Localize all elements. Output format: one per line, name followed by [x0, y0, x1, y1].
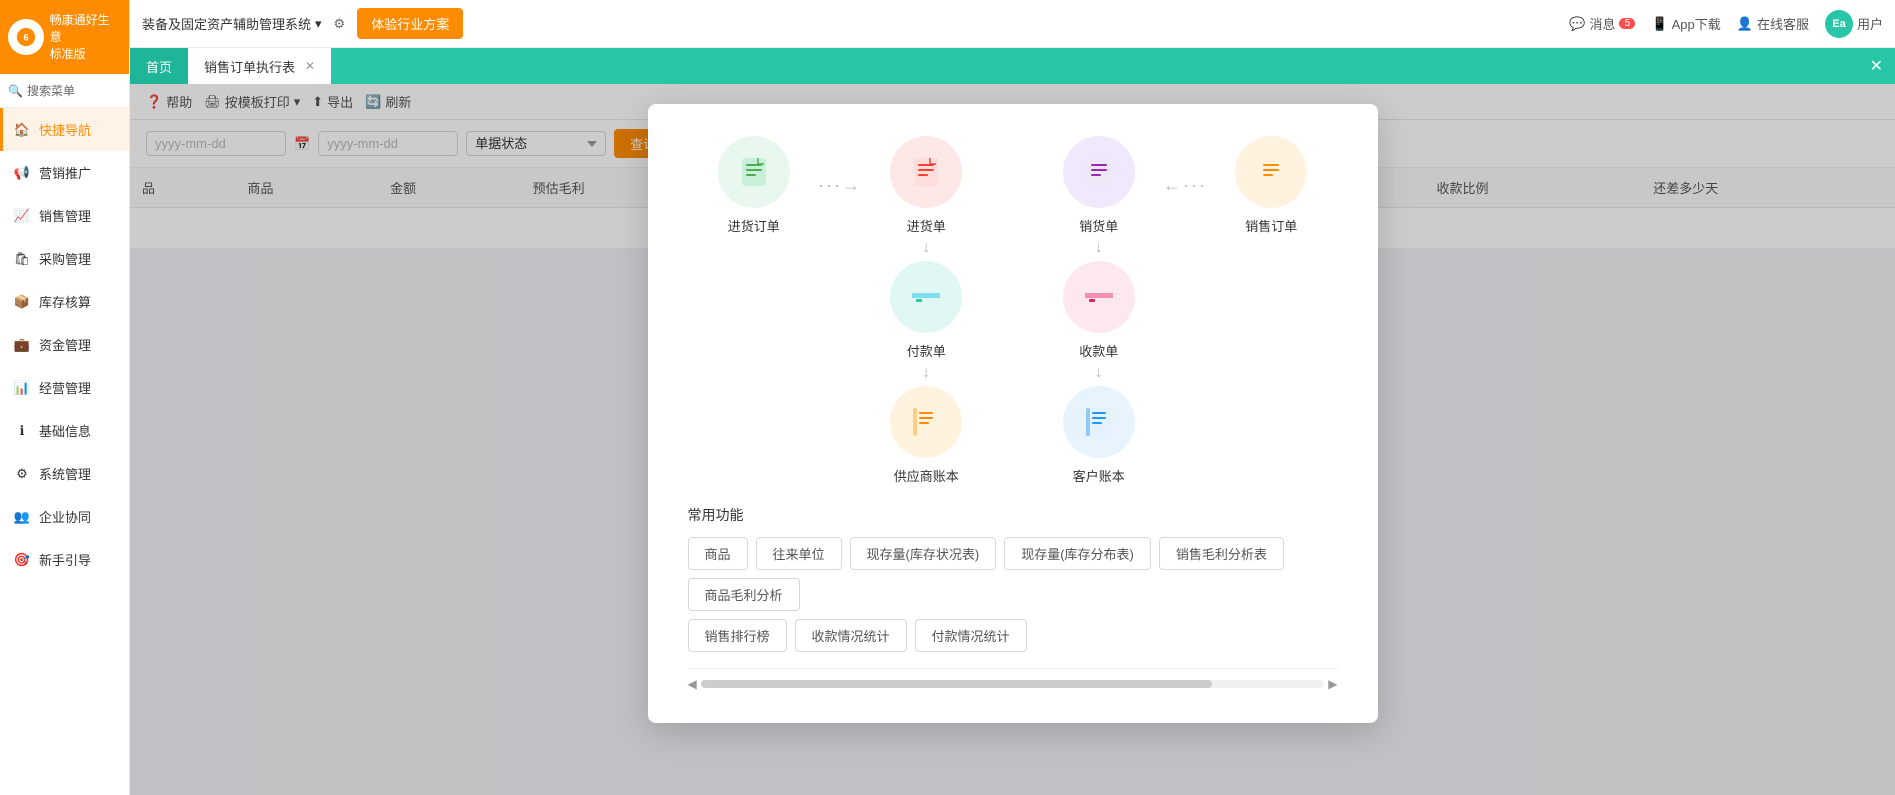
payment-icon	[890, 261, 962, 333]
search-menu[interactable]: 🔍 搜索菜单	[0, 74, 129, 108]
wallet-icon: 💼	[13, 336, 31, 354]
flow-node-customer-ledger[interactable]: 客户账本	[1033, 386, 1166, 485]
close-all-tabs-button[interactable]: ✕	[1858, 48, 1895, 84]
app-download-button[interactable]: 📱 App下载	[1651, 14, 1720, 33]
users-icon: 👥	[13, 508, 31, 526]
avatar: Ea	[1825, 10, 1853, 38]
flow-node-sales-order[interactable]: 销售订单	[1205, 136, 1338, 235]
func-btn-counterpart[interactable]: 往来单位	[756, 537, 842, 570]
info-icon: ℹ	[13, 422, 31, 440]
box-icon: 📦	[13, 293, 31, 311]
arrow-down-purchase: ↓	[860, 235, 993, 261]
tab-home[interactable]: 首页	[130, 48, 188, 84]
content-area: ❓ 帮助 🖨 按模板打印 ▾ ⬆ 导出 🔄 刷新	[130, 84, 1895, 795]
common-functions: 常用功能 商品 往来单位 现存量(库存状况表) 现存量(库存分布表) 销售毛利分…	[688, 505, 1338, 652]
arrow-down-sales: ↓	[1033, 235, 1166, 261]
trial-button[interactable]: 体验行业方案	[357, 8, 463, 39]
sidebar-item-marketing[interactable]: 📢 营销推广	[0, 151, 129, 194]
dropdown-arrow-icon: ▾	[315, 16, 322, 32]
scroll-left-icon[interactable]: ◀	[688, 677, 697, 691]
func-btn-product[interactable]: 商品	[688, 537, 748, 570]
flow-node-purchase-order[interactable]: 进货订单	[688, 136, 821, 235]
func-btn-payment-stats[interactable]: 付款情况统计	[915, 619, 1027, 652]
sidebar-item-operations[interactable]: 📊 经营管理	[0, 366, 129, 409]
func-btn-stock-dist[interactable]: 现存量(库存分布表)	[1004, 537, 1151, 570]
system-title: 装备及固定资产辅助管理系统	[142, 14, 311, 33]
flow-node-receipt[interactable]: 收款单	[1033, 261, 1166, 360]
receipt-icon	[1063, 261, 1135, 333]
sidebar: 6 畅康通好生意 标准版 🔍 搜索菜单 🏠 快捷导航 📢 营销推广 📈	[0, 0, 130, 795]
flow-node-purchase-bill[interactable]: 进货单	[860, 136, 993, 235]
sales-bill-icon	[1063, 136, 1135, 208]
tab-close-icon[interactable]: ✕	[305, 59, 315, 73]
sales-order-icon	[1235, 136, 1307, 208]
quick-nav-dialog: 进货订单 ···→ 进货单	[648, 104, 1378, 723]
megaphone-icon: 📢	[13, 164, 31, 182]
sidebar-item-newbie[interactable]: 🎯 新手引导	[0, 538, 129, 581]
sidebar-item-sales[interactable]: 📈 销售管理	[0, 194, 129, 237]
sidebar-item-inventory[interactable]: 📦 库存核算	[0, 280, 129, 323]
scroll-right-icon[interactable]: ▶	[1328, 677, 1337, 691]
search-icon: 🔍	[8, 84, 23, 98]
arrow-sales-order-to-bill: ←···	[1165, 175, 1205, 196]
dialog-body: 进货订单 ···→ 进货单	[648, 104, 1378, 723]
flow-diagram: 进货订单 ···→ 进货单	[688, 136, 1338, 485]
main-content: 装备及固定资产辅助管理系统 ▾ ⚙ 体验行业方案 💬 消息 5 📱 App下载 …	[130, 0, 1895, 795]
guide-icon: 🎯	[13, 551, 31, 569]
purchase-order-icon	[718, 136, 790, 208]
settings-icon[interactable]: ⚙	[330, 12, 350, 36]
online-service-button[interactable]: 👤 在线客服	[1737, 14, 1809, 33]
arrow-down-payment: ↓	[860, 360, 993, 386]
logo-text: 畅康通好生意 标准版	[50, 12, 121, 62]
sidebar-item-enterprise[interactable]: 👥 企业协同	[0, 495, 129, 538]
sidebar-item-finance[interactable]: 💼 资金管理	[0, 323, 129, 366]
tab-sales-order-exec[interactable]: 销售订单执行表 ✕	[188, 48, 331, 84]
dialog-scrollbar: ◀ ▶	[688, 668, 1338, 699]
download-icon: 📱	[1651, 16, 1667, 32]
func-buttons-row2: 销售排行榜 收款情况统计 付款情况统计	[688, 619, 1338, 652]
briefcase-icon: 📊	[13, 379, 31, 397]
dialog-overlay: 进货订单 ···→ 进货单	[130, 84, 1895, 795]
flow-node-supplier-ledger[interactable]: 供应商账本	[860, 386, 993, 485]
func-btn-receipt-stats[interactable]: 收款情况统计	[795, 619, 907, 652]
customer-ledger-icon	[1063, 386, 1135, 458]
sidebar-item-system[interactable]: ⚙ 系统管理	[0, 452, 129, 495]
supplier-ledger-icon	[890, 386, 962, 458]
func-btn-stock-status[interactable]: 现存量(库存状况表)	[850, 537, 997, 570]
system-title-dropdown[interactable]: 装备及固定资产辅助管理系统 ▾	[142, 14, 322, 33]
arrow-purchase-to-bill: ···→	[820, 175, 860, 196]
scroll-track[interactable]	[701, 680, 1325, 688]
logo-icon: 6	[8, 19, 44, 55]
message-badge: 5	[1619, 18, 1635, 29]
flow-node-payment[interactable]: 付款单	[860, 261, 993, 360]
sidebar-item-purchase[interactable]: 🛍 采购管理	[0, 237, 129, 280]
func-btn-sales-profit[interactable]: 销售毛利分析表	[1159, 537, 1284, 570]
sidebar-item-basic-info[interactable]: ℹ 基础信息	[0, 409, 129, 452]
sidebar-logo: 6 畅康通好生意 标准版	[0, 0, 129, 74]
message-icon: 💬	[1569, 16, 1585, 32]
func-btn-sales-rank[interactable]: 销售排行榜	[688, 619, 787, 652]
chart-icon: 📈	[13, 207, 31, 225]
arrow-down-receipt: ↓	[1033, 360, 1166, 386]
func-btn-product-profit[interactable]: 商品毛利分析	[688, 578, 800, 611]
sidebar-item-quick-nav[interactable]: 🏠 快捷导航	[0, 108, 129, 151]
common-funcs-title: 常用功能	[688, 505, 1338, 525]
sidebar-nav: 🏠 快捷导航 📢 营销推广 📈 销售管理 🛍 采购管理 📦 库存核算 💼	[0, 108, 129, 795]
func-buttons-row1: 商品 往来单位 现存量(库存状况表) 现存量(库存分布表) 销售毛利分析表 商品…	[688, 537, 1338, 611]
message-button[interactable]: 💬 消息 5	[1569, 14, 1635, 33]
gear-icon: ⚙	[13, 465, 31, 483]
topbar-right: 💬 消息 5 📱 App下载 👤 在线客服 Ea 用户	[1569, 10, 1883, 38]
user-menu[interactable]: Ea 用户	[1825, 10, 1883, 38]
tabbar: 首页 销售订单执行表 ✕ ✕	[130, 48, 1895, 84]
purchase-bill-icon	[890, 136, 962, 208]
flow-node-sales-bill[interactable]: 销货单	[1033, 136, 1166, 235]
bag-icon: 🛍	[13, 250, 31, 268]
service-icon: 👤	[1737, 16, 1753, 32]
svg-text:6: 6	[23, 33, 28, 43]
topbar: 装备及固定资产辅助管理系统 ▾ ⚙ 体验行业方案 💬 消息 5 📱 App下载 …	[130, 0, 1895, 48]
scroll-thumb	[701, 680, 1212, 688]
home-icon: 🏠	[13, 121, 31, 139]
